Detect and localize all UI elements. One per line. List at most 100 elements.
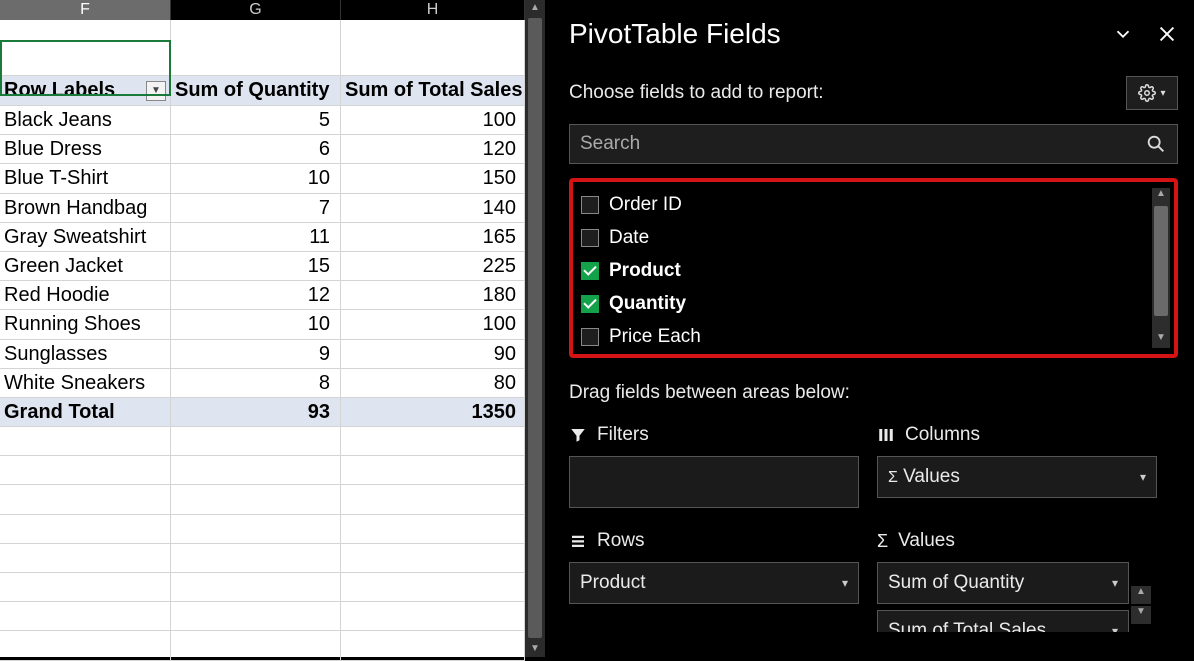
grand-total-row[interactable]: Grand Total 93 1350 xyxy=(0,398,525,427)
field-label: Quantity xyxy=(609,293,686,315)
row-labels-header: Row Labels xyxy=(4,76,115,105)
rows-area: Rows Product ▾ xyxy=(569,530,859,632)
sum-total-sales-header[interactable]: Sum of Total Sales xyxy=(341,76,525,105)
row-label: Green Jacket xyxy=(0,252,171,280)
row-qty: 7 xyxy=(171,194,341,222)
column-header-H[interactable]: H xyxy=(341,0,525,20)
row-qty: 10 xyxy=(171,310,341,338)
chevron-down-icon: ▾ xyxy=(1140,470,1146,484)
scroll-down-arrow-icon[interactable]: ▼ xyxy=(1152,332,1170,348)
close-icon[interactable] xyxy=(1156,23,1178,45)
pivot-data-row[interactable]: Sunglasses990 xyxy=(0,340,525,369)
empty-row[interactable] xyxy=(0,515,525,544)
row-qty: 11 xyxy=(171,223,341,251)
row-qty: 15 xyxy=(171,252,341,280)
empty-row[interactable] xyxy=(0,456,525,485)
empty-row[interactable] xyxy=(0,573,525,602)
values-slot-sum-total-sales[interactable]: Sum of Total Sales ▾ xyxy=(877,610,1129,632)
grand-total-label: Grand Total xyxy=(0,398,171,426)
row-qty: 9 xyxy=(171,340,341,368)
values-slot-sum-quantity[interactable]: Sum of Quantity ▾ xyxy=(877,562,1129,604)
pivot-data-row[interactable]: Brown Handbag7140 xyxy=(0,194,525,223)
fields-settings-button[interactable]: ▾ xyxy=(1126,76,1178,110)
row-total: 100 xyxy=(341,310,525,338)
pivot-data-row[interactable]: Black Jeans5100 xyxy=(0,106,525,135)
drag-fields-label: Drag fields between areas below: xyxy=(569,382,1178,404)
pivot-data-row[interactable]: White Sneakers880 xyxy=(0,369,525,398)
scrollbar-thumb[interactable] xyxy=(528,18,542,638)
columns-slot-values[interactable]: Σ Values ▾ xyxy=(877,456,1157,498)
empty-row[interactable] xyxy=(0,602,525,631)
scroll-up-arrow-icon[interactable]: ▲ xyxy=(1152,188,1170,204)
column-header-G[interactable]: G xyxy=(171,0,341,20)
field-checkbox[interactable] xyxy=(581,262,599,280)
filter-icon xyxy=(569,426,587,444)
values-area: Σ Values Sum of Quantity ▾ Sum of Total … xyxy=(877,530,1157,632)
row-total: 140 xyxy=(341,194,525,222)
empty-row[interactable] xyxy=(0,631,525,660)
field-checkbox[interactable] xyxy=(581,229,599,247)
field-item[interactable]: Date xyxy=(581,221,1170,254)
row-label: Brown Handbag xyxy=(0,194,171,222)
empty-row[interactable] xyxy=(0,427,525,456)
pivot-data-row[interactable]: Green Jacket15225 xyxy=(0,252,525,281)
row-label: Black Jeans xyxy=(0,106,171,134)
empty-row[interactable] xyxy=(0,485,525,514)
filters-area: Filters xyxy=(569,424,859,514)
field-checkbox[interactable] xyxy=(581,196,599,214)
columns-area-label: Columns xyxy=(905,424,980,446)
empty-row[interactable] xyxy=(0,544,525,573)
row-labels-filter-button[interactable]: ▼ xyxy=(146,81,166,101)
sum-quantity-header[interactable]: Sum of Quantity xyxy=(171,76,341,105)
chevron-down-icon: ▾ xyxy=(1112,624,1118,632)
pivot-data-row[interactable]: Gray Sweatshirt11165 xyxy=(0,223,525,252)
row-total: 225 xyxy=(341,252,525,280)
field-label: Order ID xyxy=(609,194,682,216)
row-qty: 5 xyxy=(171,106,341,134)
fields-search-box[interactable] xyxy=(569,124,1178,164)
filters-dropzone[interactable] xyxy=(569,456,859,508)
field-item[interactable]: Product xyxy=(581,254,1170,287)
grand-total-sales: 1350 xyxy=(341,398,525,426)
row-total: 90 xyxy=(341,340,525,368)
field-item[interactable]: Price Each xyxy=(581,320,1170,353)
column-header-row: F G H xyxy=(0,0,525,20)
chevron-down-icon: ▾ xyxy=(1160,88,1165,99)
values-reorder-arrows[interactable]: ▲ ▼ xyxy=(1131,586,1151,624)
spreadsheet[interactable]: F G H Row Labels ▼ Sum of Quantity Sum o… xyxy=(0,0,525,657)
row-total: 180 xyxy=(341,281,525,309)
pivot-header-row[interactable]: Row Labels ▼ Sum of Quantity Sum of Tota… xyxy=(0,76,525,106)
search-icon[interactable] xyxy=(1145,133,1167,155)
row-qty: 12 xyxy=(171,281,341,309)
scroll-down-arrow-icon[interactable]: ▼ xyxy=(525,641,545,657)
collapse-chevron-icon[interactable] xyxy=(1112,23,1134,45)
row-total: 100 xyxy=(341,106,525,134)
search-input[interactable] xyxy=(580,133,1145,155)
pivot-data-row[interactable]: Blue T-Shirt10150 xyxy=(0,164,525,193)
pivot-data-row[interactable]: Red Hoodie12180 xyxy=(0,281,525,310)
row-total: 120 xyxy=(341,135,525,163)
column-header-F[interactable]: F xyxy=(0,0,171,20)
row-qty: 6 xyxy=(171,135,341,163)
columns-area: Columns Σ Values ▾ xyxy=(877,424,1157,514)
choose-fields-label: Choose fields to add to report: xyxy=(569,82,824,104)
fields-scrollbar[interactable]: ▲ ▼ xyxy=(1152,188,1170,348)
scroll-up-arrow-icon[interactable]: ▲ xyxy=(525,0,545,16)
vertical-scrollbar[interactable]: ▲ ▼ xyxy=(525,0,545,657)
chevron-down-icon: ▾ xyxy=(1112,576,1118,590)
field-checkbox[interactable] xyxy=(581,295,599,313)
blank-row[interactable] xyxy=(0,20,525,76)
scrollbar-thumb[interactable] xyxy=(1154,206,1168,316)
field-checkbox[interactable] xyxy=(581,328,599,346)
pivot-data-row[interactable]: Running Shoes10100 xyxy=(0,310,525,339)
move-up-arrow-icon[interactable]: ▲ xyxy=(1131,586,1151,604)
rows-icon xyxy=(569,532,587,550)
field-item[interactable]: Quantity xyxy=(581,287,1170,320)
field-label: Price Each xyxy=(609,326,701,348)
rows-slot-product[interactable]: Product ▾ xyxy=(569,562,859,604)
values-area-label: Values xyxy=(898,530,955,552)
gear-icon xyxy=(1138,84,1156,102)
move-down-arrow-icon[interactable]: ▼ xyxy=(1131,606,1151,624)
field-item[interactable]: Order ID xyxy=(581,188,1170,221)
pivot-data-row[interactable]: Blue Dress6120 xyxy=(0,135,525,164)
